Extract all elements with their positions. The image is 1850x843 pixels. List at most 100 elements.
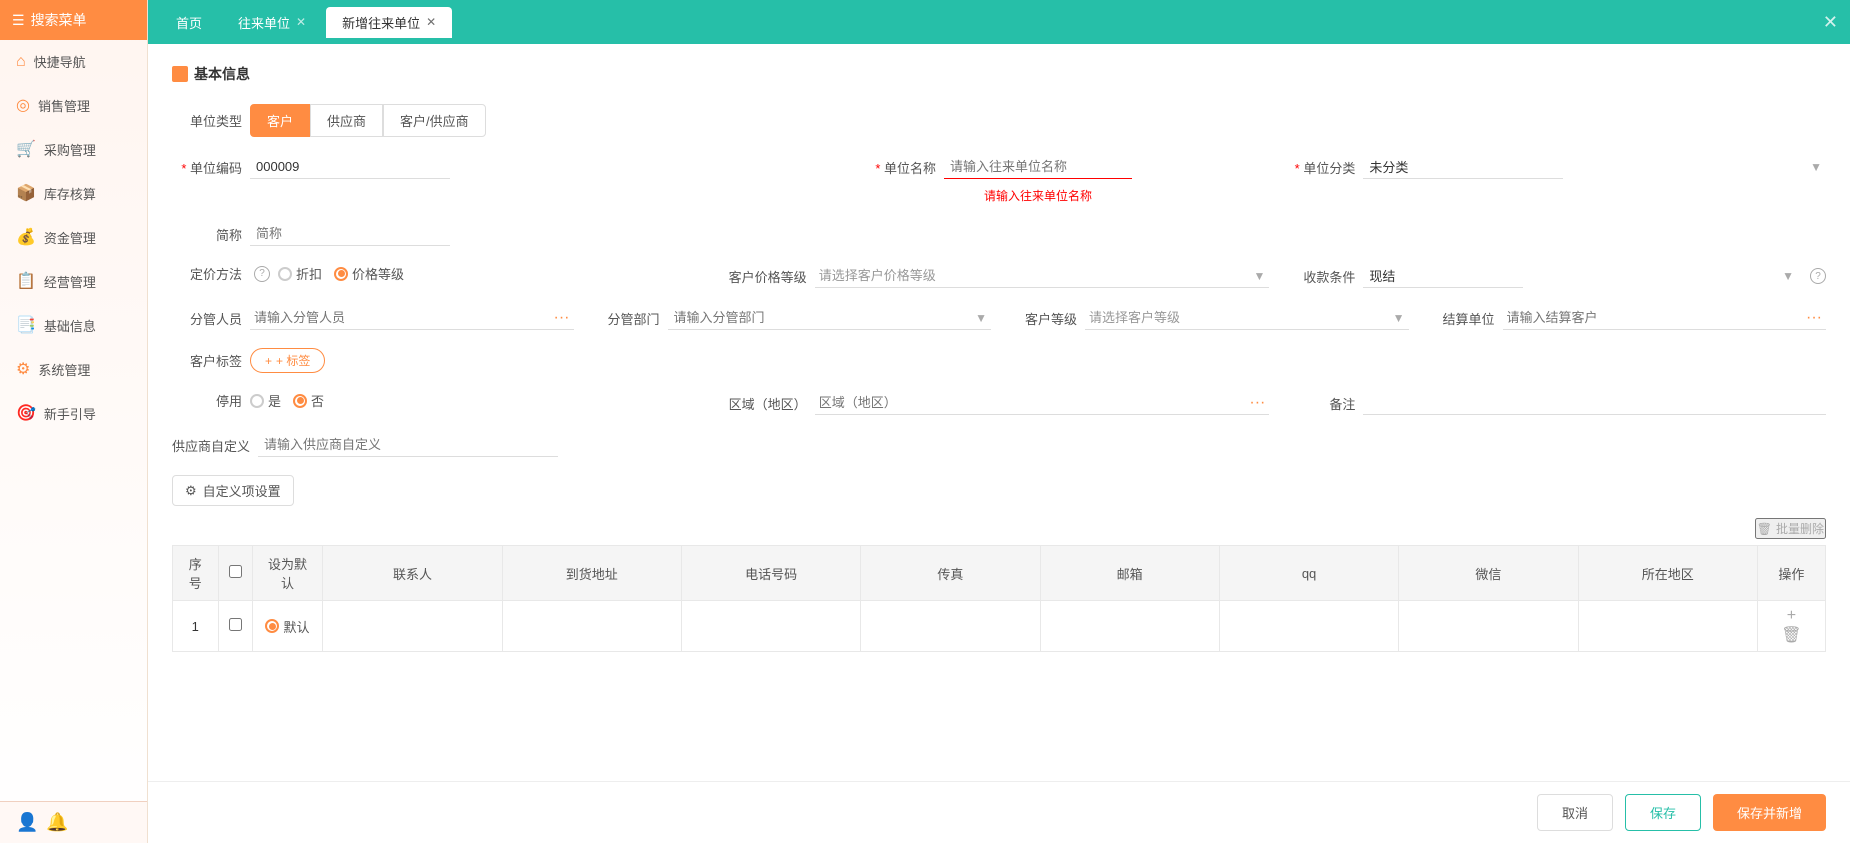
radio-yes[interactable]: 是 bbox=[250, 391, 281, 410]
select-all-checkbox[interactable] bbox=[229, 565, 242, 578]
radio-default-btn[interactable] bbox=[265, 619, 279, 633]
region-more-btn[interactable]: ··· bbox=[1245, 394, 1269, 412]
unit-category-input[interactable] bbox=[1363, 155, 1563, 179]
customer-price-level-group: 客户价格等级 请选择客户价格等级 ▼ bbox=[729, 264, 1270, 288]
sidebar-item-system[interactable]: ⚙ 系统管理 bbox=[0, 347, 147, 391]
sidebar-item-operations[interactable]: 📋 经营管理 bbox=[0, 259, 147, 303]
settlement-unit-group: 结算单位 ··· bbox=[1425, 306, 1827, 330]
settlement-more-btn[interactable]: ··· bbox=[1802, 309, 1826, 327]
customer-level-label: 客户等级 bbox=[1007, 309, 1077, 328]
radio-price-level-btn[interactable] bbox=[334, 267, 348, 281]
radio-discount[interactable]: 折扣 bbox=[278, 264, 322, 283]
row-checkbox[interactable] bbox=[229, 618, 242, 631]
cancel-button[interactable]: 取消 bbox=[1537, 794, 1613, 831]
footer: 取消 保存 保存并新增 bbox=[148, 781, 1850, 843]
tabbar: 首页 往来单位 ✕ 新增往来单位 ✕ ✕ bbox=[148, 0, 1850, 44]
contact-input[interactable] bbox=[333, 619, 491, 634]
sidebar-item-quick-nav[interactable]: ⌂ 快捷导航 bbox=[0, 40, 147, 83]
settlement-unit-input[interactable] bbox=[1503, 306, 1803, 329]
notification-icon[interactable]: 🔔 bbox=[46, 812, 68, 833]
save-button[interactable]: 保存 bbox=[1625, 794, 1701, 831]
customer-level-group: 客户等级 请选择客户等级 ▼ bbox=[1007, 306, 1409, 330]
sidebar: ☰ 搜索菜单 ⌂ 快捷导航 ◎ 销售管理 🛒 采购管理 📦 库存核算 💰 资金管… bbox=[0, 0, 148, 843]
type-btn-customer[interactable]: 客户 bbox=[250, 104, 310, 137]
tabbar-close-all[interactable]: ✕ bbox=[1823, 12, 1838, 33]
manager-label: 分管人员 bbox=[172, 309, 242, 328]
td-email bbox=[1040, 601, 1219, 652]
address-input[interactable] bbox=[513, 619, 671, 634]
sidebar-item-inventory[interactable]: 📦 库存核算 bbox=[0, 171, 147, 215]
td-default: 默认 bbox=[252, 601, 323, 652]
wechat-input[interactable] bbox=[1409, 619, 1567, 634]
row-region-input[interactable] bbox=[1589, 619, 1747, 634]
sidebar-item-finance[interactable]: 💰 资金管理 bbox=[0, 215, 147, 259]
radio-discount-btn[interactable] bbox=[278, 267, 292, 281]
sidebar-item-purchase[interactable]: 🛒 采购管理 bbox=[0, 127, 147, 171]
customer-level-select[interactable]: 请选择客户等级 bbox=[1085, 306, 1409, 330]
tab-new-contact[interactable]: 新增往来单位 ✕ bbox=[326, 7, 452, 38]
email-input[interactable] bbox=[1051, 619, 1209, 634]
supplier-custom-input[interactable] bbox=[258, 433, 558, 457]
unit-type-btn-group: 客户 供应商 客户/供应商 bbox=[250, 104, 486, 137]
th-region: 所在地区 bbox=[1578, 546, 1757, 601]
payment-help-icon[interactable]: ? bbox=[1810, 268, 1826, 284]
manager-more-btn[interactable]: ··· bbox=[550, 309, 574, 327]
fax-input[interactable] bbox=[871, 619, 1029, 634]
section-title: 基本信息 bbox=[172, 64, 1826, 84]
th-action: 操作 bbox=[1757, 546, 1825, 601]
type-btn-supplier[interactable]: 供应商 bbox=[310, 104, 383, 137]
customer-price-level-select[interactable]: 请选择客户价格等级 bbox=[815, 264, 1270, 288]
radio-price-level[interactable]: 价格等级 bbox=[334, 264, 404, 283]
unit-code-input[interactable] bbox=[250, 155, 450, 179]
short-name-input[interactable] bbox=[250, 222, 450, 246]
sidebar-bottom: 👤 🔔 bbox=[0, 801, 147, 843]
unit-code-group: 单位编码 bbox=[172, 155, 713, 179]
disabled-radio-group: 是 否 bbox=[250, 391, 324, 410]
manager-row: 分管人员 ··· 分管部门 ▼ 客户等级 请选择客户等级 bbox=[172, 306, 1826, 330]
td-address bbox=[502, 601, 681, 652]
radio-no-btn[interactable] bbox=[293, 394, 307, 408]
search-icon: ☰ bbox=[12, 12, 25, 29]
remarks-input[interactable] bbox=[1363, 391, 1826, 415]
payment-terms-input[interactable] bbox=[1363, 264, 1523, 288]
department-input[interactable] bbox=[668, 306, 992, 330]
customer-tag-group: 客户标签 + + 标签 bbox=[172, 348, 1826, 373]
search-menu-btn[interactable]: ☰ 搜索菜单 bbox=[0, 0, 147, 40]
add-tag-btn[interactable]: + + 标签 bbox=[250, 348, 325, 373]
section-icon bbox=[172, 66, 188, 82]
tab-contacts-close[interactable]: ✕ bbox=[296, 15, 306, 29]
manager-group: 分管人员 ··· bbox=[172, 306, 574, 330]
short-name-label: 简称 bbox=[172, 225, 242, 244]
region-input[interactable] bbox=[815, 391, 1246, 414]
batch-delete-btn[interactable]: 🗑 批量删除 bbox=[1755, 518, 1826, 539]
qq-input[interactable] bbox=[1230, 619, 1388, 634]
manager-input[interactable] bbox=[250, 306, 550, 329]
pricing-help-icon[interactable]: ? bbox=[254, 266, 270, 282]
user-icon[interactable]: 👤 bbox=[16, 812, 38, 833]
radio-default[interactable]: 默认 bbox=[263, 617, 313, 636]
tab-home[interactable]: 首页 bbox=[160, 7, 218, 38]
unit-name-input[interactable] bbox=[944, 155, 1132, 179]
radio-no[interactable]: 否 bbox=[293, 391, 324, 410]
td-action: + 🗑 bbox=[1757, 601, 1825, 652]
finance-icon: 💰 bbox=[16, 227, 36, 247]
code-name-category-row: 单位编码 单位名称 请输入往来单位名称 单位分类 ▼ bbox=[172, 155, 1826, 204]
type-btn-both[interactable]: 客户/供应商 bbox=[383, 104, 486, 137]
tab-new-contact-close[interactable]: ✕ bbox=[426, 15, 436, 29]
disabled-group: 停用 是 否 bbox=[172, 391, 713, 410]
tab-contacts[interactable]: 往来单位 ✕ bbox=[222, 7, 322, 38]
payment-terms-arrow: ▼ bbox=[1782, 269, 1794, 283]
sidebar-item-guide[interactable]: 🎯 新手引导 bbox=[0, 391, 147, 435]
radio-yes-btn[interactable] bbox=[250, 394, 264, 408]
sidebar-item-sales[interactable]: ◎ 销售管理 bbox=[0, 83, 147, 127]
save-new-button[interactable]: 保存并新增 bbox=[1713, 794, 1826, 831]
custom-settings-btn[interactable]: ⚙ 自定义项设置 bbox=[172, 475, 294, 506]
phone-input[interactable] bbox=[692, 619, 850, 634]
table-row: 1 默认 bbox=[173, 601, 1826, 652]
th-default: 设为默认 bbox=[252, 546, 323, 601]
add-row-btn[interactable]: + bbox=[1783, 607, 1800, 624]
delete-row-btn[interactable]: 🗑 bbox=[1777, 627, 1805, 644]
unit-name-error: 请输入往来单位名称 bbox=[984, 189, 1092, 203]
sidebar-item-basic[interactable]: 📑 基础信息 bbox=[0, 303, 147, 347]
remarks-label: 备注 bbox=[1285, 394, 1355, 413]
